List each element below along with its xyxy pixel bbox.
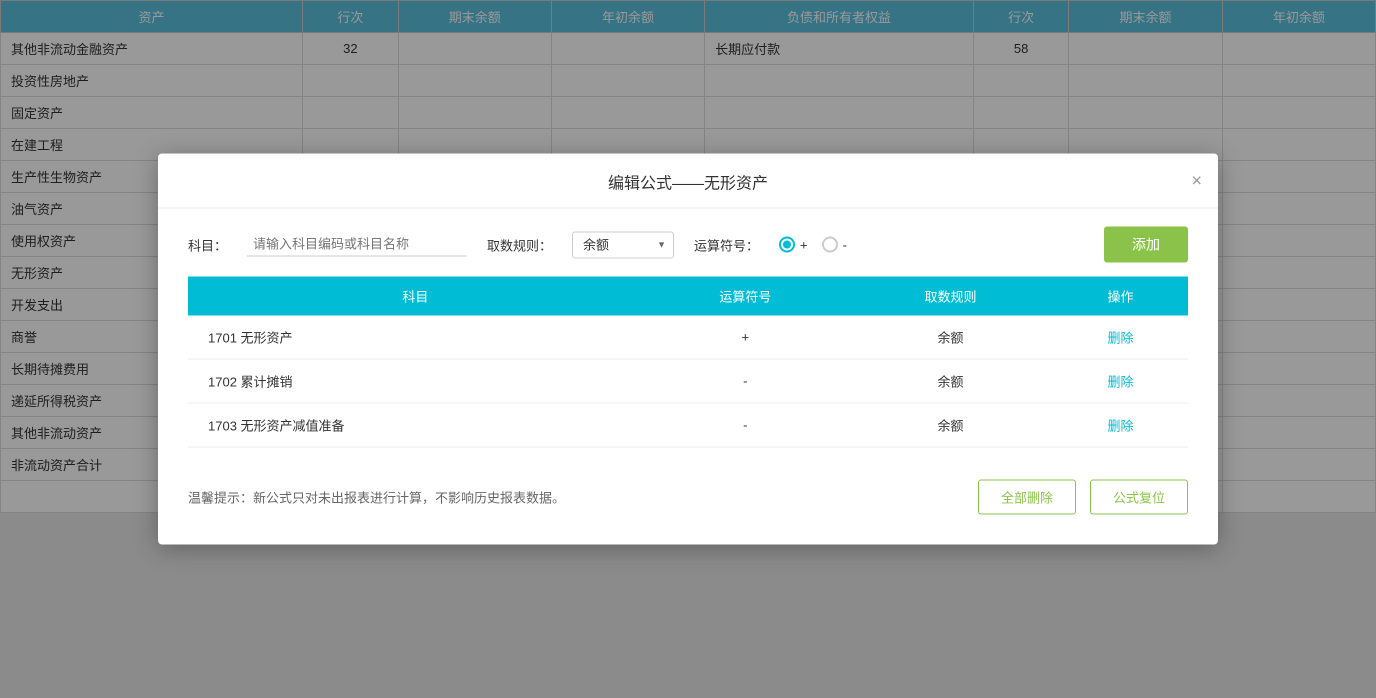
- formula-table-header: 取数规则: [848, 277, 1053, 316]
- rule-select[interactable]: 余额借方发生额贷方发生额: [572, 231, 674, 258]
- radio-minus-circle: [822, 237, 838, 253]
- subject-cell: 1702 累计摊销: [188, 359, 643, 403]
- table-row: 1703 无形资产减值准备-余额 删除: [188, 403, 1188, 447]
- rule-cell: 余额: [848, 359, 1053, 403]
- action-cell: 删除: [1053, 316, 1188, 360]
- radio-minus-label: -: [843, 237, 847, 252]
- tip-text: 温馨提示：新公式只对未出报表进行计算，不影响历史报表数据。: [188, 488, 565, 507]
- subject-cell: 1701 无形资产: [188, 316, 643, 360]
- delete-row-link[interactable]: 删除: [1108, 375, 1134, 390]
- modal-footer: 温馨提示：新公式只对未出报表进行计算，不影响历史报表数据。 全部删除 公式复位: [158, 464, 1218, 515]
- rule-cell: 余额: [848, 316, 1053, 360]
- delete-row-link[interactable]: 删除: [1108, 331, 1134, 346]
- form-row: 科目： 取数规则： 余额借方发生额贷方发生额 运算符号： + - 添加: [158, 209, 1218, 277]
- radio-plus-circle: [779, 237, 795, 253]
- rule-label: 取数规则：: [487, 235, 552, 254]
- operator-cell: +: [643, 316, 848, 360]
- subject-label: 科目：: [188, 235, 227, 254]
- add-button[interactable]: 添加: [1104, 227, 1188, 263]
- action-cell: 删除: [1053, 403, 1188, 447]
- table-row: 1702 累计摊销-余额 删除: [188, 359, 1188, 403]
- subject-cell: 1703 无形资产减值准备: [188, 403, 643, 447]
- formula-table: 科目运算符号取数规则操作 1701 无形资产+余额删除1702 累计摊销-余额删…: [188, 277, 1188, 448]
- delete-row-link[interactable]: 删除: [1108, 419, 1134, 434]
- table-row: 1701 无形资产+余额 删除: [188, 316, 1188, 360]
- formula-table-header: 科目: [188, 277, 643, 316]
- rule-cell: 余额: [848, 403, 1053, 447]
- operator-radio-group: + -: [779, 237, 847, 253]
- radio-minus[interactable]: -: [822, 237, 847, 253]
- table-body: 1701 无形资产+余额删除1702 累计摊销-余额删除1703 无形资产减值准…: [188, 316, 1188, 448]
- operator-label: 运算符号：: [694, 235, 759, 254]
- delete-all-button[interactable]: 全部删除: [978, 480, 1076, 515]
- modal-title: 编辑公式——无形资产: [608, 170, 768, 194]
- radio-plus[interactable]: +: [779, 237, 808, 253]
- table-header-row: 科目运算符号取数规则操作: [188, 277, 1188, 316]
- footer-buttons: 全部删除 公式复位: [978, 480, 1188, 515]
- edit-formula-modal: 编辑公式——无形资产 × 科目： 取数规则： 余额借方发生额贷方发生额 运算符号…: [158, 154, 1218, 545]
- formula-table-header: 运算符号: [643, 277, 848, 316]
- operator-cell: -: [643, 403, 848, 447]
- modal-header: 编辑公式——无形资产 ×: [158, 154, 1218, 209]
- radio-plus-label: +: [800, 237, 808, 252]
- close-button[interactable]: ×: [1191, 172, 1202, 190]
- subject-input[interactable]: [247, 233, 467, 257]
- rule-select-wrap: 余额借方发生额贷方发生额: [572, 231, 674, 258]
- operator-cell: -: [643, 359, 848, 403]
- formula-table-header: 操作: [1053, 277, 1188, 316]
- reset-formula-button[interactable]: 公式复位: [1090, 480, 1188, 515]
- action-cell: 删除: [1053, 359, 1188, 403]
- data-table-wrap: 科目运算符号取数规则操作 1701 无形资产+余额删除1702 累计摊销-余额删…: [158, 277, 1218, 448]
